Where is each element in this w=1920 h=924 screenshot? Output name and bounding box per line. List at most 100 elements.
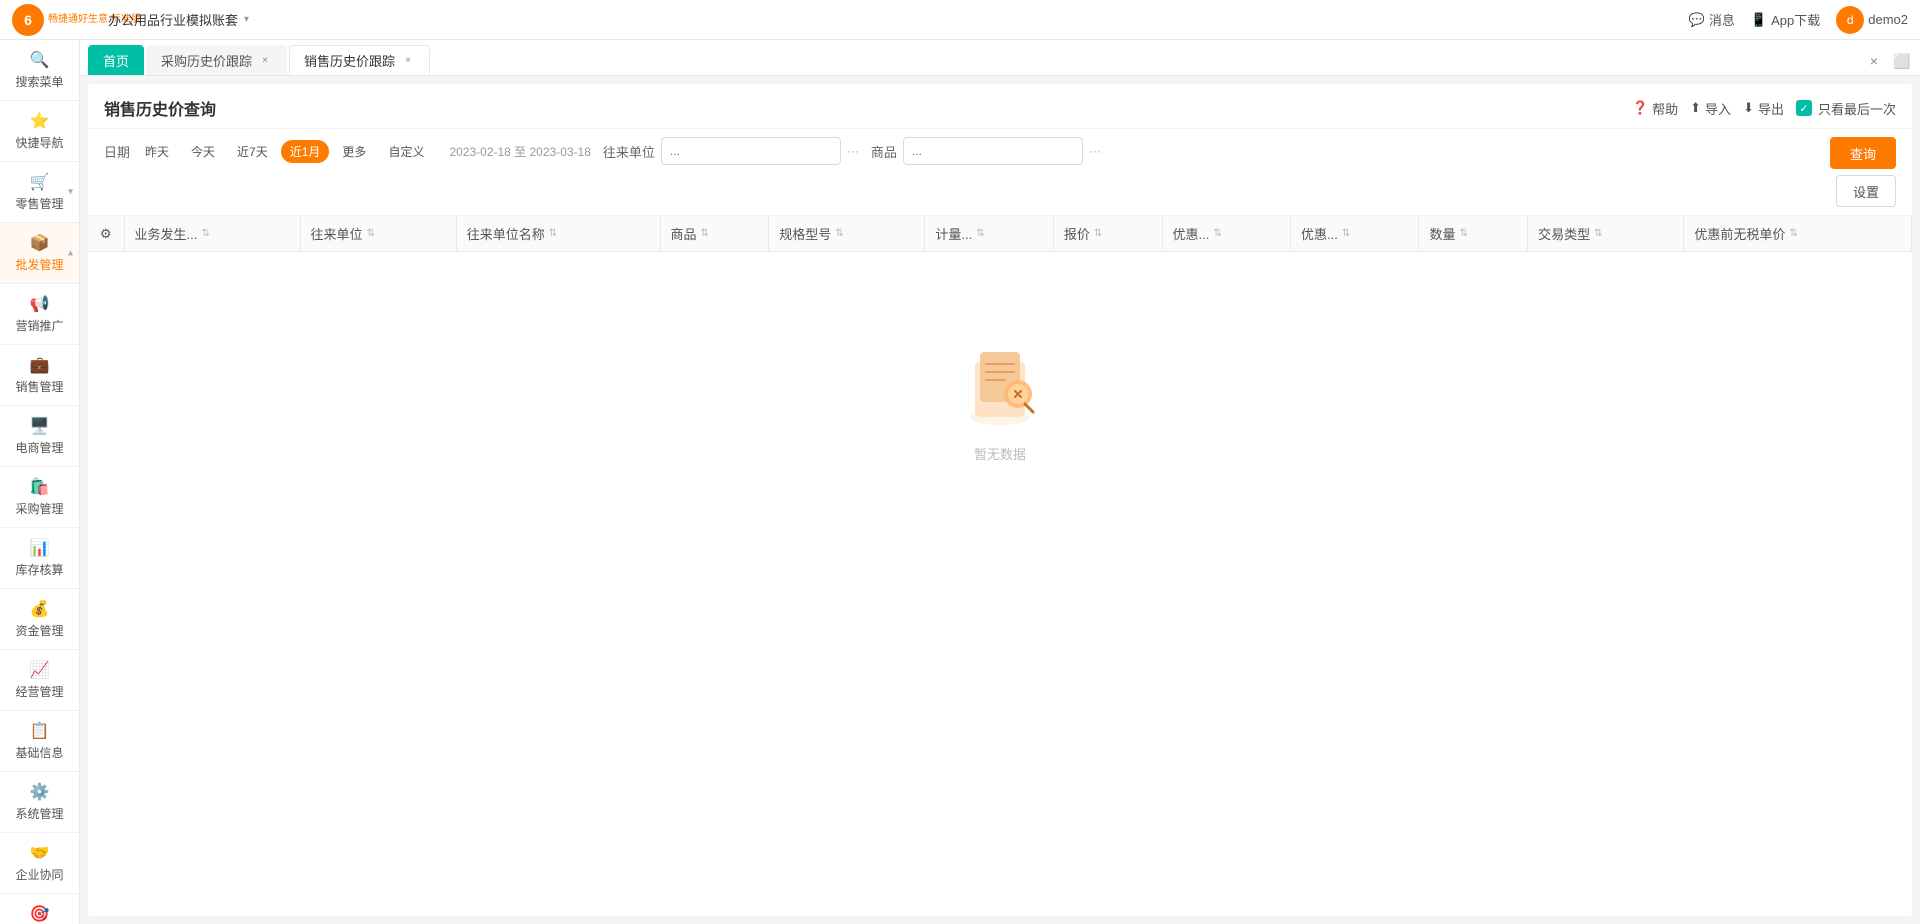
product-input[interactable] bbox=[903, 137, 1083, 165]
date-yesterday-btn[interactable]: 昨天 bbox=[136, 140, 178, 163]
sidebar-item-marketing[interactable]: 📢 营销推广 bbox=[0, 284, 79, 345]
sort-icon: ⇅ bbox=[1789, 228, 1797, 239]
user-menu-button[interactable]: d demo2 bbox=[1836, 6, 1908, 34]
tab-purchase-history-label: 采购历史价跟踪 bbox=[161, 51, 252, 70]
sidebar-item-label: 批发管理 bbox=[15, 256, 63, 273]
only-last-checkbox[interactable]: ✓ 只看最后一次 bbox=[1796, 99, 1896, 118]
empty-state: 暂无数据 bbox=[88, 252, 1912, 543]
sidebar-item-system[interactable]: ⚙️ 系统管理 bbox=[0, 772, 79, 833]
date-today-btn[interactable]: 今天 bbox=[182, 140, 224, 163]
th-biz-date[interactable]: 业务发生... ⇅ bbox=[124, 216, 300, 252]
date-1month-btn[interactable]: 近1月 bbox=[281, 140, 330, 163]
th-trade-type[interactable]: 交易类型 ⇅ bbox=[1528, 216, 1684, 252]
sidebar-item-basic-info[interactable]: 📋 基础信息 bbox=[0, 711, 79, 772]
star-icon: ⭐ bbox=[30, 111, 50, 131]
guide-icon: 🎯 bbox=[30, 904, 50, 924]
th-settings[interactable]: ⚙ bbox=[88, 216, 124, 252]
sales-icon: 💼 bbox=[30, 355, 50, 375]
partner-filter-group: 往来单位 ··· bbox=[603, 137, 859, 165]
sidebar: 🔍 搜索菜单 ⭐ 快捷导航 🛒 零售管理 ▾ 📦 批发管理 ▴ 📢 营销推广 💼… bbox=[0, 40, 80, 924]
sidebar-item-ecommerce[interactable]: 🖥️ 电商管理 bbox=[0, 406, 79, 467]
sidebar-item-finance[interactable]: 💰 资金管理 bbox=[0, 589, 79, 650]
th-discount1[interactable]: 优惠... ⇅ bbox=[1162, 216, 1290, 252]
ecommerce-icon: 🖥️ bbox=[30, 416, 50, 436]
page-actions: ❓ 帮助 ⬆ 导入 ⬇ 导出 ✓ 只看最后一次 bbox=[1632, 99, 1896, 118]
purchase-icon: 🛍️ bbox=[30, 477, 50, 497]
tab-purchase-history-close[interactable]: × bbox=[258, 53, 272, 67]
settings-button[interactable]: 设置 bbox=[1836, 175, 1896, 207]
header-right: 💬 消息 📱 App下载 d demo2 bbox=[1689, 6, 1908, 34]
sort-icon: ⇅ bbox=[1459, 228, 1467, 239]
checkbox-checked-icon: ✓ bbox=[1796, 100, 1812, 116]
export-icon: ⬇ bbox=[1743, 100, 1754, 116]
message-button[interactable]: 💬 消息 bbox=[1689, 10, 1735, 29]
sort-icon: ⇅ bbox=[549, 228, 557, 239]
th-partner-name[interactable]: 往来单位名称 ⇅ bbox=[456, 216, 660, 252]
sidebar-item-label: 快捷导航 bbox=[15, 134, 63, 151]
gear-icon: ⚙️ bbox=[30, 782, 50, 802]
th-partner-code[interactable]: 往来单位 ⇅ bbox=[300, 216, 456, 252]
sidebar-item-purchase[interactable]: 🛍️ 采购管理 bbox=[0, 467, 79, 528]
date-range-text: 2023-02-18 至 2023-03-18 bbox=[449, 143, 590, 160]
th-quoted-price[interactable]: 报价 ⇅ bbox=[1053, 216, 1162, 252]
date-7days-btn[interactable]: 近7天 bbox=[228, 140, 277, 163]
sidebar-item-quick-nav[interactable]: ⭐ 快捷导航 bbox=[0, 101, 79, 162]
logo-icon: 6 bbox=[12, 4, 44, 36]
import-button[interactable]: ⬆ 导入 bbox=[1690, 99, 1731, 118]
user-avatar: d bbox=[1836, 6, 1864, 34]
th-quantity[interactable]: 数量 ⇅ bbox=[1419, 216, 1528, 252]
sidebar-item-sales[interactable]: 💼 销售管理 bbox=[0, 345, 79, 406]
workspace-selector[interactable]: 办公用品行业模拟账套 ▾ bbox=[100, 6, 257, 33]
date-custom-btn[interactable]: 自定义 bbox=[379, 140, 433, 163]
tab-sales-history-close[interactable]: × bbox=[401, 53, 415, 67]
sidebar-item-wholesale[interactable]: 📦 批发管理 ▴ bbox=[0, 223, 79, 284]
th-product[interactable]: 商品 ⇅ bbox=[660, 216, 769, 252]
import-icon: ⬆ bbox=[1690, 100, 1701, 116]
th-discount2[interactable]: 优惠... ⇅ bbox=[1291, 216, 1419, 252]
export-button[interactable]: ⬇ 导出 bbox=[1743, 99, 1784, 118]
filter-left: 日期 昨天 今天 近7天 近1月 更多 自定义 2023-02-18 至 202… bbox=[104, 137, 1814, 165]
table-settings-icon: ⚙ bbox=[100, 226, 112, 241]
tab-sales-history[interactable]: 销售历史价跟踪 × bbox=[289, 45, 430, 75]
sidebar-item-guide[interactable]: 🎯 新手引导 bbox=[0, 894, 79, 924]
sidebar-item-label: 基础信息 bbox=[15, 744, 63, 761]
sidebar-item-retail[interactable]: 🛒 零售管理 ▾ bbox=[0, 162, 79, 223]
chevron-up-icon: ▴ bbox=[68, 248, 73, 259]
empty-illustration bbox=[950, 332, 1050, 432]
query-button[interactable]: 查询 bbox=[1830, 137, 1896, 169]
table-header: ⚙ 业务发生... ⇅ 往来单位 bbox=[88, 216, 1912, 252]
sort-icon: ⇅ bbox=[1094, 228, 1102, 239]
app-download-button[interactable]: 📱 App下载 bbox=[1751, 10, 1820, 29]
th-pre-tax-price[interactable]: 优惠前无税单价 ⇅ bbox=[1684, 216, 1912, 252]
page-header: 销售历史价查询 ❓ 帮助 ⬆ 导入 ⬇ 导出 ✓ bbox=[88, 84, 1912, 129]
table-container: ⚙ 业务发生... ⇅ 往来单位 bbox=[88, 216, 1912, 916]
tab-purchase-history[interactable]: 采购历史价跟踪 × bbox=[146, 45, 287, 75]
message-icon: 💬 bbox=[1689, 12, 1705, 28]
box-icon: 📦 bbox=[30, 233, 50, 253]
partner-input[interactable] bbox=[661, 137, 841, 165]
help-icon: ❓ bbox=[1632, 100, 1648, 116]
window-maximize-button[interactable]: ⬜ bbox=[1892, 51, 1912, 71]
cart-icon: 🛒 bbox=[30, 172, 50, 192]
sort-icon: ⇅ bbox=[367, 228, 375, 239]
window-close-button[interactable]: × bbox=[1864, 51, 1884, 71]
th-unit[interactable]: 计量... ⇅ bbox=[925, 216, 1053, 252]
sidebar-item-operations[interactable]: 📈 经营管理 bbox=[0, 650, 79, 711]
sidebar-item-enterprise[interactable]: 🤝 企业协同 bbox=[0, 833, 79, 894]
marketing-icon: 📢 bbox=[30, 294, 50, 314]
sidebar-item-inventory[interactable]: 📊 库存核算 bbox=[0, 528, 79, 589]
th-spec[interactable]: 规格型号 ⇅ bbox=[769, 216, 925, 252]
top-header: 6 畅捷通好生意 标准版 办公用品行业模拟账套 ▾ 💬 消息 📱 App下载 d… bbox=[0, 0, 1920, 40]
filter-row: 日期 昨天 今天 近7天 近1月 更多 自定义 2023-02-18 至 202… bbox=[88, 129, 1912, 216]
sort-icon: ⇅ bbox=[201, 228, 209, 239]
sidebar-item-search-menu[interactable]: 🔍 搜索菜单 bbox=[0, 40, 79, 101]
sidebar-item-label: 营销推广 bbox=[15, 317, 63, 334]
tab-bar: 首页 采购历史价跟踪 × 销售历史价跟踪 × × ⬜ bbox=[80, 40, 1920, 76]
help-button[interactable]: ❓ 帮助 bbox=[1632, 99, 1678, 118]
sort-icon: ⇅ bbox=[1342, 228, 1350, 239]
date-more-btn[interactable]: 更多 bbox=[333, 140, 375, 163]
page-title: 销售历史价查询 bbox=[104, 96, 216, 120]
sidebar-item-label: 搜索菜单 bbox=[15, 73, 63, 90]
tab-home[interactable]: 首页 bbox=[88, 45, 144, 75]
sidebar-item-label: 零售管理 bbox=[15, 195, 63, 212]
